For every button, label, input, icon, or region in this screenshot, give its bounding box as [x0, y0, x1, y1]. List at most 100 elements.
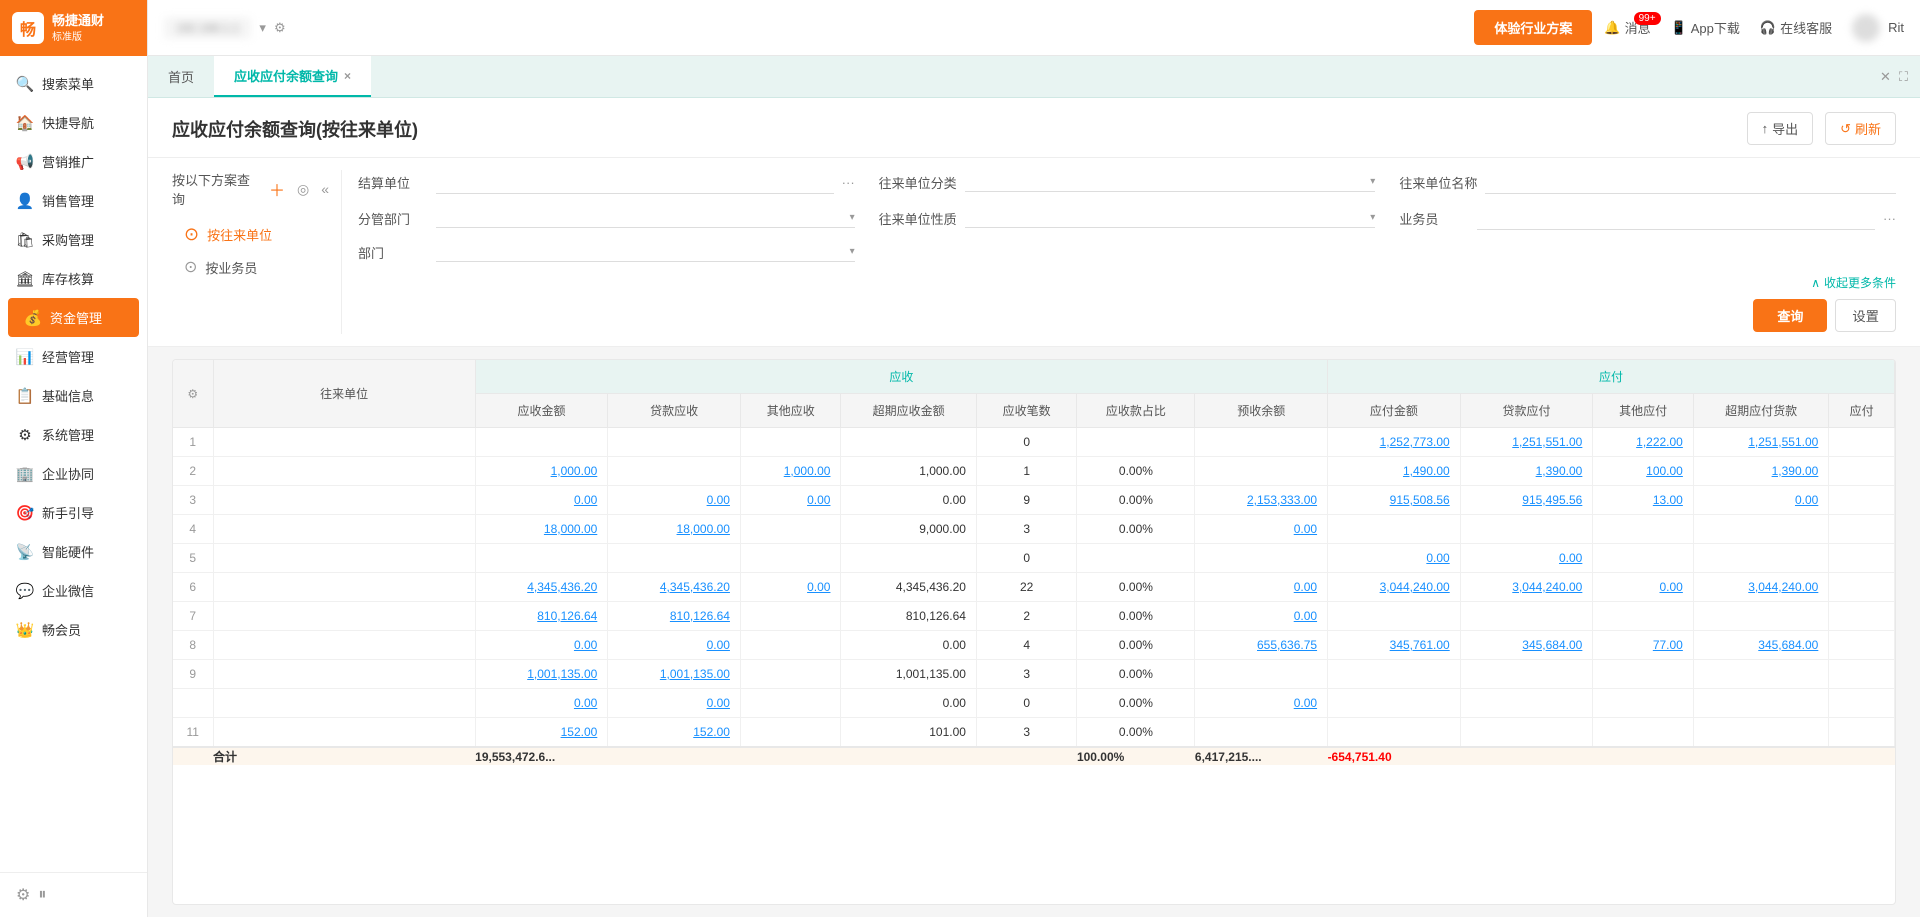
query-button[interactable]: 查询: [1753, 299, 1827, 332]
table-cell[interactable]: 1,490.00: [1328, 457, 1461, 486]
unit-category-select[interactable]: ▾: [965, 172, 1376, 192]
table-cell[interactable]: 1,001,135.00: [475, 660, 608, 689]
table-cell[interactable]: 0.00: [1195, 573, 1328, 602]
footer-ar-amount[interactable]: 19,553,472.6...: [475, 747, 608, 765]
dept-select[interactable]: ▾: [436, 208, 855, 228]
table-cell[interactable]: 0.00: [1195, 689, 1328, 718]
salesman-input[interactable]: [1477, 206, 1875, 230]
table-cell[interactable]: 3,044,240.00: [1693, 573, 1828, 602]
export-button[interactable]: ↑ 导出: [1747, 112, 1814, 145]
app-download-button[interactable]: 📱 App下载: [1671, 18, 1740, 37]
settings-button[interactable]: 设置: [1835, 299, 1896, 332]
sidebar-item-purchase[interactable]: 🛍 采购管理: [0, 220, 147, 259]
maximize-window-icon[interactable]: ⛶: [1899, 69, 1908, 85]
sidebar-item-corp[interactable]: 🏢 企业协同: [0, 454, 147, 493]
table-cell[interactable]: 345,684.00: [1693, 631, 1828, 660]
sidebar-item-hardware[interactable]: 📡 智能硬件: [0, 532, 147, 571]
table-cell[interactable]: 810,126.64: [608, 602, 741, 631]
unit-name-input[interactable]: [1485, 170, 1896, 194]
table-cell[interactable]: 18,000.00: [475, 515, 608, 544]
table-cell[interactable]: 0.00: [1195, 515, 1328, 544]
close-window-icon[interactable]: ✕: [1880, 69, 1891, 85]
table-cell[interactable]: 1,000.00: [475, 457, 608, 486]
sidebar-item-wechat[interactable]: 💬 企业微信: [0, 571, 147, 610]
table-cell[interactable]: 3,044,240.00: [1460, 573, 1593, 602]
user-menu[interactable]: Rit: [1852, 14, 1904, 42]
table-cell[interactable]: 0.00: [608, 486, 741, 515]
table-cell[interactable]: 0.00: [475, 486, 608, 515]
sidebar-item-system[interactable]: ⚙ 系统管理: [0, 415, 147, 454]
department-select[interactable]: ▾: [436, 242, 855, 262]
table-cell[interactable]: 0.00: [1693, 486, 1828, 515]
sidebar-item-basic[interactable]: 📋 基础信息: [0, 376, 147, 415]
message-button[interactable]: 🔔 消息 99+: [1604, 18, 1650, 37]
table-cell[interactable]: 0.00: [1460, 544, 1593, 573]
sidebar-item-shortcut[interactable]: 🏠 快捷导航: [0, 103, 147, 142]
settlement-unit-input[interactable]: [436, 170, 834, 194]
table-cell[interactable]: 0.00: [475, 631, 608, 660]
table-cell[interactable]: 915,508.56: [1328, 486, 1461, 515]
table-cell[interactable]: 1,252,773.00: [1328, 428, 1461, 457]
table-cell[interactable]: 1,251,551.00: [1460, 428, 1593, 457]
table-container[interactable]: ⚙ 往来单位 应收 应付 应收金额 贷款应收 其他应收 超期应收金额 应收笔数: [172, 359, 1896, 905]
table-cell[interactable]: 1,251,551.00: [1693, 428, 1828, 457]
table-cell[interactable]: 152.00: [475, 718, 608, 748]
tab-ar-query[interactable]: 应收应付余额查询 ×: [214, 56, 371, 97]
collapse-sidebar-icon[interactable]: ⏸: [38, 886, 46, 904]
table-cell[interactable]: 0.00: [1328, 544, 1461, 573]
sidebar-item-member[interactable]: 👑 畅会员: [0, 610, 147, 649]
table-cell[interactable]: 4,345,436.20: [608, 573, 741, 602]
tab-home[interactable]: 首页: [148, 57, 214, 96]
table-cell[interactable]: 0.00: [1593, 573, 1694, 602]
table-cell[interactable]: 1,000.00: [740, 457, 841, 486]
table-cell[interactable]: 77.00: [1593, 631, 1694, 660]
filter-option-by-unit[interactable]: ⊙ 按往来单位: [184, 220, 329, 249]
table-cell[interactable]: 13.00: [1593, 486, 1694, 515]
settlement-unit-dots[interactable]: ···: [842, 175, 855, 190]
table-cell[interactable]: 345,761.00: [1328, 631, 1461, 660]
table-cell[interactable]: 2,153,333.00: [1195, 486, 1328, 515]
service-button[interactable]: 🎧 在线客服: [1760, 18, 1832, 37]
settings-bottom-icon[interactable]: ⚙: [16, 885, 30, 905]
solution-button[interactable]: 体验行业方案: [1474, 10, 1592, 45]
table-cell[interactable]: 915,495.56: [1460, 486, 1593, 515]
footer-ar-prepay[interactable]: 6,417,215....: [1195, 747, 1328, 765]
unit-nature-select[interactable]: ▾: [965, 208, 1376, 228]
table-cell[interactable]: 0.00: [475, 689, 608, 718]
filter-option-by-salesman[interactable]: ⊙ 按业务员: [184, 253, 329, 281]
table-cell[interactable]: 0.00: [740, 486, 841, 515]
table-cell[interactable]: 4,345,436.20: [475, 573, 608, 602]
sidebar-item-guide[interactable]: 🎯 新手引导: [0, 493, 147, 532]
sidebar-item-warehouse[interactable]: 🏛 库存核算: [0, 259, 147, 298]
sidebar-item-sales[interactable]: 👤 销售管理: [0, 181, 147, 220]
table-cell[interactable]: 1,222.00: [1593, 428, 1694, 457]
sidebar-item-search[interactable]: 🔍 搜索菜单: [0, 64, 147, 103]
table-cell[interactable]: 1,390.00: [1460, 457, 1593, 486]
table-cell[interactable]: 1,001,135.00: [608, 660, 741, 689]
filter-add-button[interactable]: ＋: [269, 177, 285, 201]
table-cell[interactable]: 810,126.64: [475, 602, 608, 631]
table-cell[interactable]: 0.00: [740, 573, 841, 602]
table-cell[interactable]: 3,044,240.00: [1328, 573, 1461, 602]
table-cell[interactable]: 1,390.00: [1693, 457, 1828, 486]
sidebar-item-operation[interactable]: 📊 经营管理: [0, 337, 147, 376]
salesman-dots[interactable]: ···: [1883, 211, 1896, 226]
table-cell[interactable]: 345,684.00: [1460, 631, 1593, 660]
filter-scheme-icon[interactable]: ◎: [297, 181, 309, 198]
table-cell[interactable]: 152.00: [608, 718, 741, 748]
table-cell[interactable]: 0.00: [608, 689, 741, 718]
table-cell[interactable]: 18,000.00: [608, 515, 741, 544]
user-avatar: [1852, 14, 1880, 42]
table-cell[interactable]: 0.00: [1195, 602, 1328, 631]
filter-collapse-icon[interactable]: «: [321, 181, 329, 197]
refresh-button[interactable]: ↺ 刷新: [1825, 112, 1896, 145]
table-cell[interactable]: 655,636.75: [1195, 631, 1328, 660]
collapse-conditions-button[interactable]: ∧ 收起更多条件: [1811, 274, 1896, 291]
table-cell[interactable]: 100.00: [1593, 457, 1694, 486]
table-cell[interactable]: 0.00: [608, 631, 741, 660]
tab-close-icon[interactable]: ×: [344, 69, 351, 83]
table-settings-icon[interactable]: ⚙: [183, 387, 203, 401]
sidebar-item-marketing[interactable]: 📢 营销推广: [0, 142, 147, 181]
settings-topbar-icon[interactable]: ⚙: [274, 20, 286, 36]
sidebar-item-finance[interactable]: 💰 资金管理: [8, 298, 139, 337]
